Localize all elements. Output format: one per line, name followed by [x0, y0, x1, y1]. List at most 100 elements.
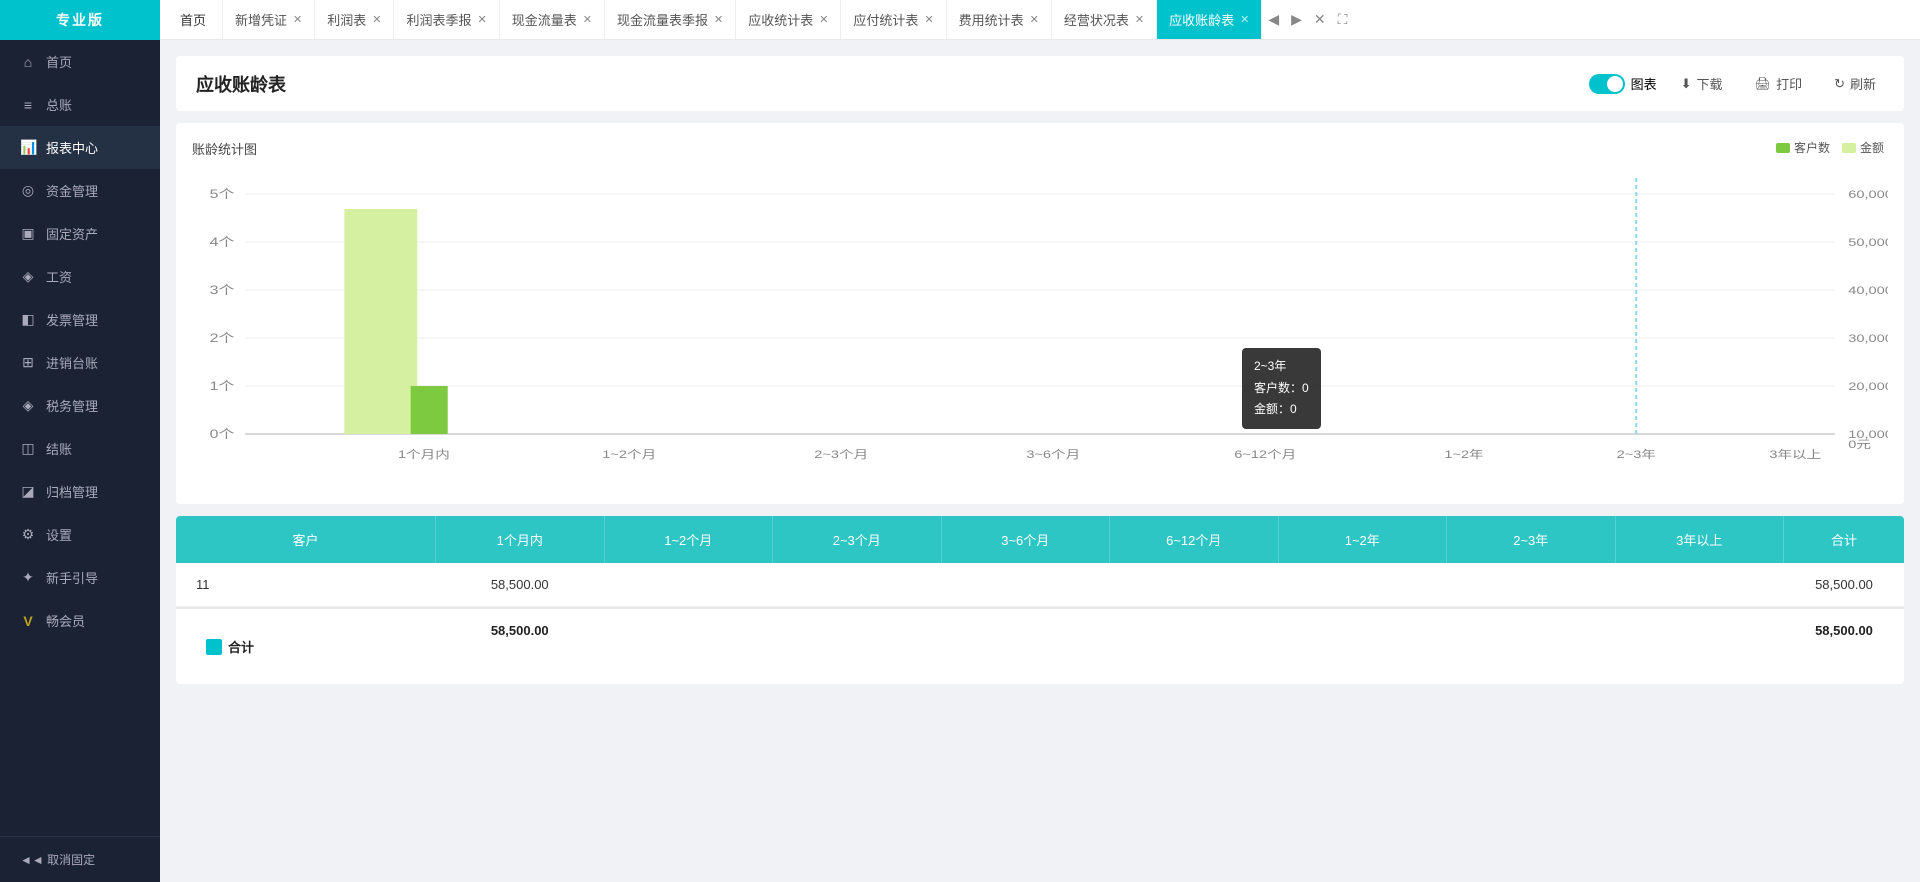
- print-button[interactable]: 🖨 打印: [1747, 70, 1811, 97]
- tab-ap-stat[interactable]: 应付统计表 ✕: [841, 0, 946, 40]
- tax-icon: ◈: [20, 397, 36, 414]
- td-y2: [1447, 563, 1616, 606]
- chart-container: 5个 4个 3个 2个 1个 0个 60,000.00元 50,000.00元 …: [192, 168, 1888, 488]
- sidebar-item-settings[interactable]: ⚙ 设置: [0, 513, 160, 556]
- tab-voucher[interactable]: 新增凭证 ✕: [223, 0, 315, 40]
- sidebar-item-label: 税务管理: [46, 396, 98, 415]
- svg-text:60,000.00元: 60,000.00元: [1848, 188, 1888, 201]
- chart-area: 账龄统计图 客户数 金额 5个 4个 3个 2个 1个: [176, 123, 1904, 504]
- tab-fullscreen[interactable]: ⛶: [1332, 0, 1354, 40]
- sidebar-item-guide[interactable]: ✦ 新手引导: [0, 556, 160, 599]
- close-tab-icon[interactable]: ✕: [372, 13, 381, 26]
- td-m2: [605, 563, 774, 606]
- sidebar-item-label: 工资: [46, 267, 72, 286]
- chart-legend: 客户数 金额: [1776, 139, 1884, 156]
- reports-icon: 📊: [20, 139, 36, 156]
- tab-ar-stat[interactable]: 应收统计表 ✕: [736, 0, 841, 40]
- sidebar-item-tax[interactable]: ◈ 税务管理: [0, 384, 160, 427]
- download-button[interactable]: ⬇ 下载: [1673, 70, 1731, 97]
- chart-toggle[interactable]: 图表: [1589, 74, 1657, 94]
- page-header: 应收账龄表 图表 ⬇ 下载 🖨 打印 ↻ 刷新: [176, 56, 1904, 111]
- sidebar-item-reports[interactable]: 📊 报表中心: [0, 126, 160, 169]
- page-title: 应收账龄表: [196, 71, 286, 97]
- tab-nav-next[interactable]: ▶: [1285, 0, 1308, 40]
- svg-text:1个: 1个: [210, 379, 235, 393]
- sidebar-item-label: 资金管理: [46, 181, 98, 200]
- th-m1: 1个月内: [436, 516, 605, 563]
- footer-m6: [942, 609, 1111, 684]
- footer-y2: [1447, 609, 1616, 684]
- close-tab-icon[interactable]: ✕: [714, 13, 723, 26]
- sidebar-item-capital[interactable]: ◎ 资金管理: [0, 169, 160, 212]
- print-icon: 🖨: [1755, 76, 1772, 92]
- chart-svg: 5个 4个 3个 2个 1个 0个 60,000.00元 50,000.00元 …: [192, 168, 1888, 488]
- sidebar-item-salary[interactable]: ◈ 工资: [0, 255, 160, 298]
- th-customer: 客户: [176, 516, 436, 563]
- table-footer: 合计 58,500.00 58,500.00: [176, 607, 1904, 684]
- tab-close-all[interactable]: ✕: [1308, 0, 1332, 40]
- sidebar-item-home[interactable]: ⌂ 首页: [0, 40, 160, 83]
- tab-cashflow-quarter[interactable]: 现金流量表季报 ✕: [605, 0, 736, 40]
- close-tab-icon[interactable]: ✕: [478, 13, 487, 26]
- th-y3plus: 3年以上: [1616, 516, 1785, 563]
- archive-icon: ◪: [20, 483, 36, 500]
- tab-profit[interactable]: 利润表 ✕: [315, 0, 394, 40]
- tab-cashflow[interactable]: 现金流量表 ✕: [500, 0, 605, 40]
- close-tab-icon[interactable]: ✕: [924, 13, 933, 26]
- bar-amount-0: [344, 209, 417, 434]
- svg-text:1~2个月: 1~2个月: [602, 448, 656, 461]
- capital-icon: ◎: [20, 182, 36, 199]
- close-tab-icon[interactable]: ✕: [1030, 13, 1039, 26]
- sidebar-item-archive[interactable]: ◪ 归档管理: [0, 470, 160, 513]
- footer-label: 合计: [176, 609, 436, 684]
- legend-amount-color: [1842, 143, 1856, 153]
- home-icon: ⌂: [20, 54, 36, 70]
- close-tab-icon[interactable]: ✕: [819, 13, 828, 26]
- invoice-icon: ◧: [20, 311, 36, 328]
- close-tab-icon[interactable]: ✕: [1240, 13, 1249, 26]
- footer-icon: [206, 639, 222, 655]
- sidebar-item-label: 发票管理: [46, 310, 98, 329]
- close-tab-icon[interactable]: ✕: [293, 13, 302, 26]
- sidebar-item-label: 总账: [46, 95, 72, 114]
- td-y3plus: [1616, 563, 1785, 606]
- th-m12: 6~12个月: [1110, 516, 1279, 563]
- sidebar-item-label: 首页: [46, 52, 72, 71]
- footer-y1: [1279, 609, 1448, 684]
- tab-home[interactable]: 首页: [164, 0, 223, 40]
- tab-biz-stat[interactable]: 经营状况表 ✕: [1052, 0, 1157, 40]
- tab-nav-prev[interactable]: ◀: [1262, 0, 1285, 40]
- sales-icon: ⊞: [20, 354, 36, 371]
- close-tab-icon[interactable]: ✕: [583, 13, 592, 26]
- sidebar-item-ledger[interactable]: ≡ 总账: [0, 83, 160, 126]
- sidebar-item-label: 设置: [46, 525, 72, 544]
- bar-customers-0: [411, 386, 448, 434]
- svg-text:0元: 0元: [1848, 438, 1871, 451]
- app-logo: 专业版: [0, 0, 160, 40]
- sidebar-item-invoice[interactable]: ◧ 发票管理: [0, 298, 160, 341]
- tab-profit-quarter[interactable]: 利润表季报 ✕: [394, 0, 499, 40]
- sidebar-item-vip[interactable]: V 畅会员: [0, 599, 160, 642]
- tab-ar-aging[interactable]: 应收账龄表 ✕: [1157, 0, 1262, 40]
- sidebar-item-label: 固定资产: [46, 224, 98, 243]
- sidebar-toggle-pin[interactable]: ◄◄ 取消固定: [0, 836, 160, 882]
- toggle-track[interactable]: [1589, 74, 1625, 94]
- refresh-button[interactable]: ↻ 刷新: [1826, 70, 1884, 97]
- sidebar-item-assets[interactable]: ▣ 固定资产: [0, 212, 160, 255]
- th-y2: 2~3年: [1447, 516, 1616, 563]
- svg-text:5个: 5个: [210, 187, 235, 201]
- close-tab-icon[interactable]: ✕: [1135, 13, 1144, 26]
- svg-text:0个: 0个: [210, 427, 235, 441]
- tab-expense-stat[interactable]: 费用统计表 ✕: [947, 0, 1052, 40]
- svg-text:1~2年: 1~2年: [1444, 448, 1483, 461]
- tab-bar: 首页 新增凭证 ✕ 利润表 ✕ 利润表季报 ✕ 现金流量表 ✕ 现金流量表季报 …: [160, 0, 1920, 40]
- th-m2: 1~2个月: [605, 516, 774, 563]
- sidebar-item-sales[interactable]: ⊞ 进销台账: [0, 341, 160, 384]
- th-y1: 1~2年: [1279, 516, 1448, 563]
- svg-text:6~12个月: 6~12个月: [1234, 448, 1296, 461]
- ledger-icon: ≡: [20, 97, 36, 113]
- svg-text:2个: 2个: [210, 331, 235, 345]
- sidebar-item-label: 畅会员: [46, 611, 85, 630]
- sidebar-item-close[interactable]: ◫ 结账: [0, 427, 160, 470]
- footer-m3: [773, 609, 942, 684]
